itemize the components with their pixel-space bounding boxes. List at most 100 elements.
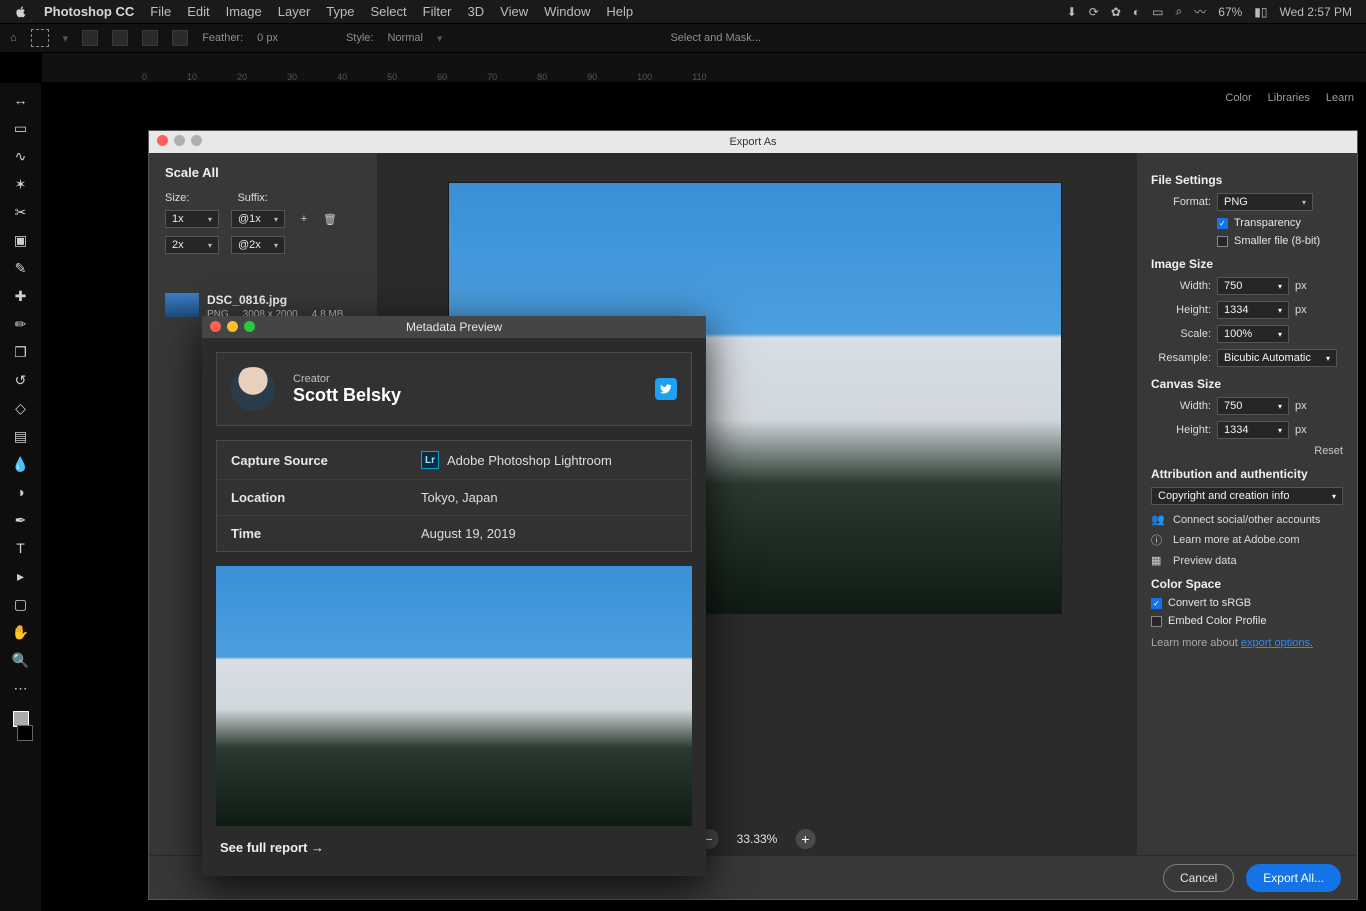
close-icon[interactable] bbox=[157, 135, 168, 146]
shape-tool-icon[interactable]: ▢ bbox=[8, 593, 34, 615]
search-icon[interactable]: ⌕ bbox=[1176, 4, 1183, 19]
path-selection-tool-icon[interactable]: ▸ bbox=[8, 565, 34, 587]
intersect-selection-icon[interactable] bbox=[172, 30, 188, 46]
resample-dropdown[interactable]: Bicubic Automatic▾ bbox=[1217, 349, 1337, 367]
smaller-file-checkbox[interactable] bbox=[1217, 236, 1228, 247]
background-swatch[interactable] bbox=[17, 725, 33, 741]
learn-about-text: Learn more about export options. bbox=[1151, 637, 1343, 649]
export-all-button[interactable]: Export All... bbox=[1246, 864, 1341, 892]
connect-accounts-link[interactable]: 👥Connect social/other accounts bbox=[1151, 513, 1343, 526]
add-scale-icon[interactable]: + bbox=[297, 213, 311, 225]
cc-sync-icon[interactable]: ⟳ bbox=[1089, 5, 1099, 19]
pen-tool-icon[interactable]: ✒ bbox=[8, 509, 34, 531]
canvas-width-field[interactable]: 750▾ bbox=[1217, 397, 1289, 415]
select-and-mask-button[interactable]: Select and Mask... bbox=[670, 32, 761, 44]
learn-more-link[interactable]: ⓘLearn more at Adobe.com bbox=[1151, 532, 1343, 548]
frame-tool-icon[interactable]: ▣ bbox=[8, 229, 34, 251]
twitter-icon[interactable] bbox=[655, 378, 677, 400]
canvas-height-field[interactable]: 1334▾ bbox=[1217, 421, 1289, 439]
attribution-dropdown[interactable]: Copyright and creation info▾ bbox=[1151, 487, 1343, 505]
gear-icon[interactable]: ✿ bbox=[1111, 5, 1121, 19]
close-icon[interactable] bbox=[210, 321, 221, 332]
zoom-level: 33.33% bbox=[737, 832, 778, 846]
battery-percent: 67% bbox=[1218, 5, 1242, 19]
menu-window[interactable]: Window bbox=[544, 4, 590, 19]
menu-help[interactable]: Help bbox=[606, 4, 633, 19]
canvas-width-label: Width: bbox=[1151, 400, 1211, 412]
menu-3d[interactable]: 3D bbox=[468, 4, 485, 19]
convert-srgb-checkbox[interactable]: ✓ bbox=[1151, 598, 1162, 609]
height-field[interactable]: 1334▾ bbox=[1217, 301, 1289, 319]
panel-color[interactable]: Color bbox=[1225, 92, 1251, 104]
panel-libraries[interactable]: Libraries bbox=[1268, 92, 1310, 104]
menu-select[interactable]: Select bbox=[370, 4, 406, 19]
transparency-checkbox[interactable]: ✓ bbox=[1217, 218, 1228, 229]
dropbox-icon[interactable]: ⬇ bbox=[1067, 5, 1077, 19]
magic-wand-tool-icon[interactable]: ✶ bbox=[8, 173, 34, 195]
subtract-selection-icon[interactable] bbox=[142, 30, 158, 46]
hand-tool-icon[interactable]: ✋ bbox=[8, 621, 34, 643]
move-tool-icon[interactable]: ↔ bbox=[8, 89, 34, 111]
export-titlebar[interactable]: Export As bbox=[149, 131, 1357, 153]
zoom-tool-icon[interactable]: 🔍 bbox=[8, 649, 34, 671]
remove-scale-icon[interactable]: 🗑 bbox=[323, 213, 337, 226]
preview-data-link[interactable]: ▦Preview data bbox=[1151, 554, 1343, 567]
eraser-tool-icon[interactable]: ◇ bbox=[8, 397, 34, 419]
cancel-button[interactable]: Cancel bbox=[1163, 864, 1234, 892]
scale-size-1[interactable]: 1x▾ bbox=[165, 210, 219, 228]
add-selection-icon[interactable] bbox=[112, 30, 128, 46]
marquee-tool-icon[interactable] bbox=[31, 29, 49, 47]
scale-size-2[interactable]: 2x▾ bbox=[165, 236, 219, 254]
eyedropper-tool-icon[interactable]: ✎ bbox=[8, 257, 34, 279]
menu-view[interactable]: View bbox=[500, 4, 528, 19]
menu-edit[interactable]: Edit bbox=[187, 4, 209, 19]
history-brush-tool-icon[interactable]: ↺ bbox=[8, 369, 34, 391]
clock: Wed 2:57 PM bbox=[1280, 5, 1352, 19]
menu-image[interactable]: Image bbox=[226, 4, 262, 19]
edit-toolbar-icon[interactable]: ⋯ bbox=[8, 677, 34, 699]
width-field[interactable]: 750▾ bbox=[1217, 277, 1289, 295]
healing-tool-icon[interactable]: ✚ bbox=[8, 285, 34, 307]
feather-value[interactable]: 0 px bbox=[257, 32, 278, 44]
menu-file[interactable]: File bbox=[150, 4, 171, 19]
lasso-tool-icon[interactable]: ∿ bbox=[8, 145, 34, 167]
embed-profile-checkbox[interactable] bbox=[1151, 616, 1162, 627]
canvas-height-label: Height: bbox=[1151, 424, 1211, 436]
see-full-report-link[interactable]: See full report → bbox=[220, 840, 688, 855]
metadata-table: Capture Source LrAdobe Photoshop Lightro… bbox=[216, 440, 692, 552]
display-icon[interactable]: ▭ bbox=[1152, 5, 1163, 19]
marquee-tool-icon[interactable]: ▭ bbox=[8, 117, 34, 139]
type-tool-icon[interactable]: T bbox=[8, 537, 34, 559]
menu-filter[interactable]: Filter bbox=[423, 4, 452, 19]
creator-label: Creator bbox=[293, 373, 401, 385]
format-dropdown[interactable]: PNG▾ bbox=[1217, 193, 1313, 211]
minimize-icon[interactable] bbox=[174, 135, 185, 146]
brush-tool-icon[interactable]: ✏ bbox=[8, 313, 34, 335]
zoom-in-button[interactable]: + bbox=[795, 829, 815, 849]
metadata-titlebar[interactable]: Metadata Preview bbox=[202, 316, 706, 338]
style-value[interactable]: Normal bbox=[387, 32, 422, 44]
new-selection-icon[interactable] bbox=[82, 30, 98, 46]
format-label: Format: bbox=[1151, 196, 1211, 208]
apple-icon[interactable] bbox=[14, 5, 28, 19]
scale-suffix-1[interactable]: @1x▾ bbox=[231, 210, 285, 228]
scale-suffix-2[interactable]: @2x▾ bbox=[231, 236, 285, 254]
blur-tool-icon[interactable]: 💧 bbox=[8, 453, 34, 475]
crop-tool-icon[interactable]: ✂ bbox=[8, 201, 34, 223]
minimize-icon[interactable] bbox=[227, 321, 238, 332]
panel-learn[interactable]: Learn bbox=[1326, 92, 1354, 104]
maximize-icon[interactable] bbox=[191, 135, 202, 146]
menu-type[interactable]: Type bbox=[326, 4, 354, 19]
battery-icon[interactable]: ▮▯ bbox=[1254, 5, 1267, 19]
export-options-link[interactable]: export options. bbox=[1241, 637, 1313, 649]
gradient-tool-icon[interactable]: ▤ bbox=[8, 425, 34, 447]
maximize-icon[interactable] bbox=[244, 321, 255, 332]
night-icon[interactable]: ◐ bbox=[1133, 5, 1140, 19]
home-icon[interactable]: ⌂ bbox=[10, 32, 17, 44]
dodge-tool-icon[interactable]: ◑ bbox=[8, 481, 34, 503]
scale-field[interactable]: 100%▾ bbox=[1217, 325, 1289, 343]
wifi-icon[interactable]: 〰 bbox=[1194, 3, 1206, 20]
clone-tool-icon[interactable]: ❐ bbox=[8, 341, 34, 363]
menu-layer[interactable]: Layer bbox=[278, 4, 311, 19]
reset-button[interactable]: Reset bbox=[1151, 445, 1343, 457]
